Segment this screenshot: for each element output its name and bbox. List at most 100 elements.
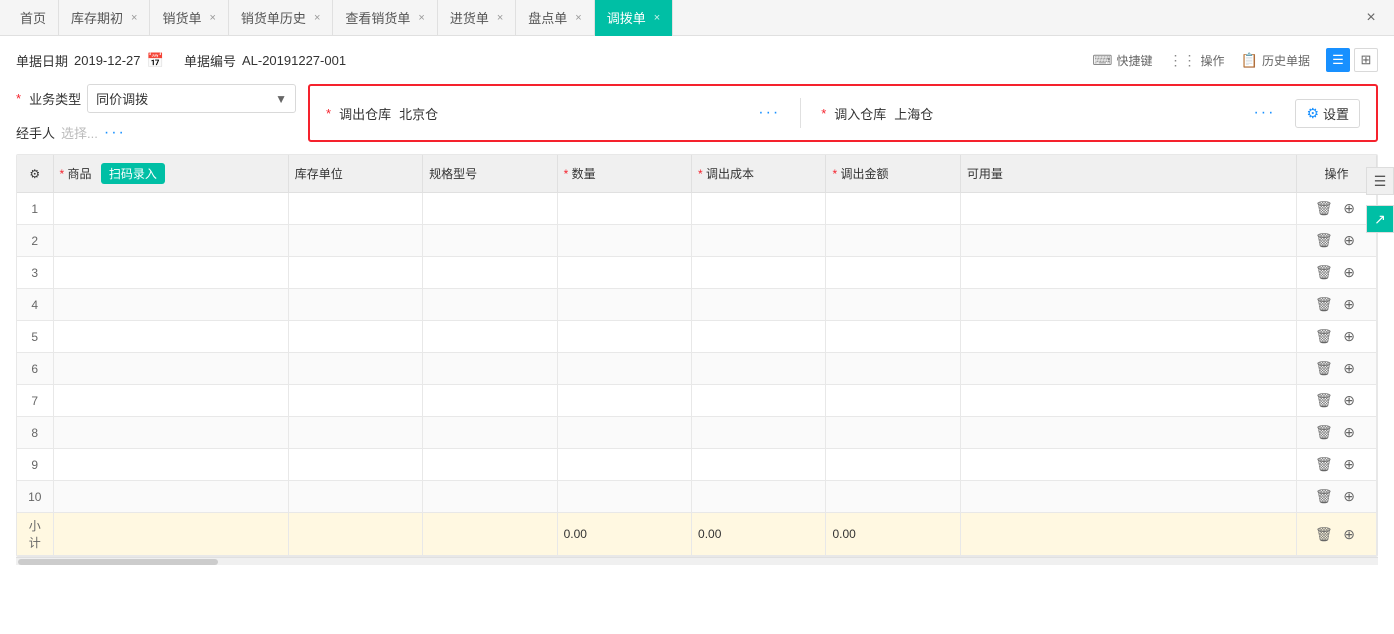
person-more-icon[interactable]: ··· xyxy=(104,124,126,142)
tab-transfer-order[interactable]: 调拨单 × xyxy=(595,0,673,36)
row-qty-cell[interactable] xyxy=(557,193,691,225)
tab-view-sales[interactable]: 查看销货单 × xyxy=(333,0,437,36)
row-unit-cell[interactable] xyxy=(288,257,422,289)
row-spec-cell[interactable] xyxy=(423,321,557,353)
row-amount-cell[interactable] xyxy=(826,321,960,353)
row-delete-icon[interactable]: 🗑 xyxy=(1313,262,1335,284)
row-cost-cell[interactable] xyxy=(692,449,826,481)
row-spec-cell[interactable] xyxy=(423,481,557,513)
row-unit-cell[interactable] xyxy=(288,321,422,353)
view-list-btn[interactable]: ☰ xyxy=(1326,48,1350,72)
row-amount-cell[interactable] xyxy=(826,385,960,417)
tab-close-inventory-check[interactable]: × xyxy=(575,12,581,24)
business-type-select[interactable]: 同价调拨 ▼ xyxy=(87,84,296,113)
row-delete-icon[interactable]: 🗑 xyxy=(1313,294,1335,316)
row-goods-cell[interactable] xyxy=(53,257,288,289)
row-copy-icon[interactable]: ⊕ xyxy=(1338,230,1360,252)
row-copy-icon[interactable]: ⊕ xyxy=(1338,326,1360,348)
row-copy-icon[interactable]: ⊕ xyxy=(1338,523,1360,545)
row-cost-cell[interactable] xyxy=(692,225,826,257)
operation-btn[interactable]: ⋮⋮ 操作 xyxy=(1169,52,1225,69)
warehouse-out-value[interactable]: 北京仓 xyxy=(399,104,438,123)
row-unit-cell[interactable] xyxy=(288,481,422,513)
row-goods-cell[interactable] xyxy=(53,225,288,257)
warehouse-in-value[interactable]: 上海仓 xyxy=(894,104,933,123)
row-spec-cell[interactable] xyxy=(423,353,557,385)
row-delete-icon[interactable]: 🗑 xyxy=(1313,358,1335,380)
row-available-cell[interactable] xyxy=(960,321,1296,353)
row-available-cell[interactable] xyxy=(960,225,1296,257)
tab-close-view-sales[interactable]: × xyxy=(418,12,424,24)
settings-button[interactable]: ⚙ 设置 xyxy=(1295,99,1360,128)
row-qty-cell[interactable] xyxy=(557,321,691,353)
row-unit-cell[interactable] xyxy=(288,289,422,321)
tab-close-transfer-order[interactable]: × xyxy=(654,12,660,24)
row-cost-cell[interactable] xyxy=(692,321,826,353)
warehouse-out-more-icon[interactable]: ··· xyxy=(758,104,780,122)
row-unit-cell[interactable] xyxy=(288,193,422,225)
row-spec-cell[interactable] xyxy=(423,385,557,417)
row-unit-cell[interactable] xyxy=(288,353,422,385)
row-delete-icon[interactable]: 🗑 xyxy=(1313,326,1335,348)
row-qty-cell[interactable] xyxy=(557,289,691,321)
row-spec-cell[interactable] xyxy=(423,449,557,481)
warehouse-in-more-icon[interactable]: ··· xyxy=(1253,104,1275,122)
row-spec-cell[interactable] xyxy=(423,225,557,257)
row-copy-icon[interactable]: ⊕ xyxy=(1338,390,1360,412)
row-qty-cell[interactable] xyxy=(557,449,691,481)
row-amount-cell[interactable] xyxy=(826,289,960,321)
row-unit-cell[interactable] xyxy=(288,417,422,449)
row-goods-cell[interactable] xyxy=(53,353,288,385)
row-goods-cell[interactable] xyxy=(53,417,288,449)
row-delete-icon[interactable]: 🗑 xyxy=(1313,422,1335,444)
row-cost-cell[interactable] xyxy=(692,289,826,321)
row-available-cell[interactable] xyxy=(960,385,1296,417)
row-copy-icon[interactable]: ⊕ xyxy=(1338,486,1360,508)
row-spec-cell[interactable] xyxy=(423,417,557,449)
row-qty-cell[interactable] xyxy=(557,417,691,449)
row-amount-cell[interactable] xyxy=(826,449,960,481)
row-delete-icon[interactable]: 🗑 xyxy=(1313,454,1335,476)
row-spec-cell[interactable] xyxy=(423,289,557,321)
row-copy-icon[interactable]: ⊕ xyxy=(1338,358,1360,380)
row-available-cell[interactable] xyxy=(960,417,1296,449)
person-select[interactable]: 选择... xyxy=(61,123,98,142)
tab-bar-close-btn[interactable]: × xyxy=(1356,3,1386,33)
row-unit-cell[interactable] xyxy=(288,385,422,417)
calendar-icon[interactable]: 📅 xyxy=(147,52,164,69)
row-spec-cell[interactable] xyxy=(423,193,557,225)
row-available-cell[interactable] xyxy=(960,257,1296,289)
shortcut-btn[interactable]: ⌨ 快捷键 xyxy=(1092,52,1152,69)
row-available-cell[interactable] xyxy=(960,289,1296,321)
row-delete-icon[interactable]: 🗑 xyxy=(1313,486,1335,508)
row-goods-cell[interactable] xyxy=(53,481,288,513)
row-amount-cell[interactable] xyxy=(826,353,960,385)
col-settings[interactable]: ⚙ xyxy=(17,155,53,193)
history-btn[interactable]: 📋 历史单据 xyxy=(1241,52,1310,69)
row-qty-cell[interactable] xyxy=(557,353,691,385)
scan-entry-btn[interactable]: 扫码录入 xyxy=(101,163,165,184)
row-amount-cell[interactable] xyxy=(826,481,960,513)
row-delete-icon[interactable]: 🗑 xyxy=(1313,390,1335,412)
row-goods-cell[interactable] xyxy=(53,321,288,353)
row-cost-cell[interactable] xyxy=(692,481,826,513)
tab-close-sales-order[interactable]: × xyxy=(209,12,215,24)
row-available-cell[interactable] xyxy=(960,193,1296,225)
row-copy-icon[interactable]: ⊕ xyxy=(1338,262,1360,284)
row-copy-icon[interactable]: ⊕ xyxy=(1338,454,1360,476)
tab-home[interactable]: 首页 xyxy=(8,0,59,36)
row-available-cell[interactable] xyxy=(960,449,1296,481)
row-spec-cell[interactable] xyxy=(423,257,557,289)
row-delete-icon[interactable]: 🗑 xyxy=(1313,198,1335,220)
row-goods-cell[interactable] xyxy=(53,385,288,417)
tab-close-inventory-init[interactable]: × xyxy=(131,12,137,24)
row-unit-cell[interactable] xyxy=(288,449,422,481)
tab-sales-history[interactable]: 销货单历史 × xyxy=(229,0,333,36)
row-amount-cell[interactable] xyxy=(826,225,960,257)
view-grid-btn[interactable]: ⊞ xyxy=(1354,48,1378,72)
row-cost-cell[interactable] xyxy=(692,353,826,385)
row-amount-cell[interactable] xyxy=(826,193,960,225)
row-copy-icon[interactable]: ⊕ xyxy=(1338,198,1360,220)
scroll-thumb[interactable] xyxy=(18,559,218,565)
tab-close-purchase-order[interactable]: × xyxy=(497,12,503,24)
